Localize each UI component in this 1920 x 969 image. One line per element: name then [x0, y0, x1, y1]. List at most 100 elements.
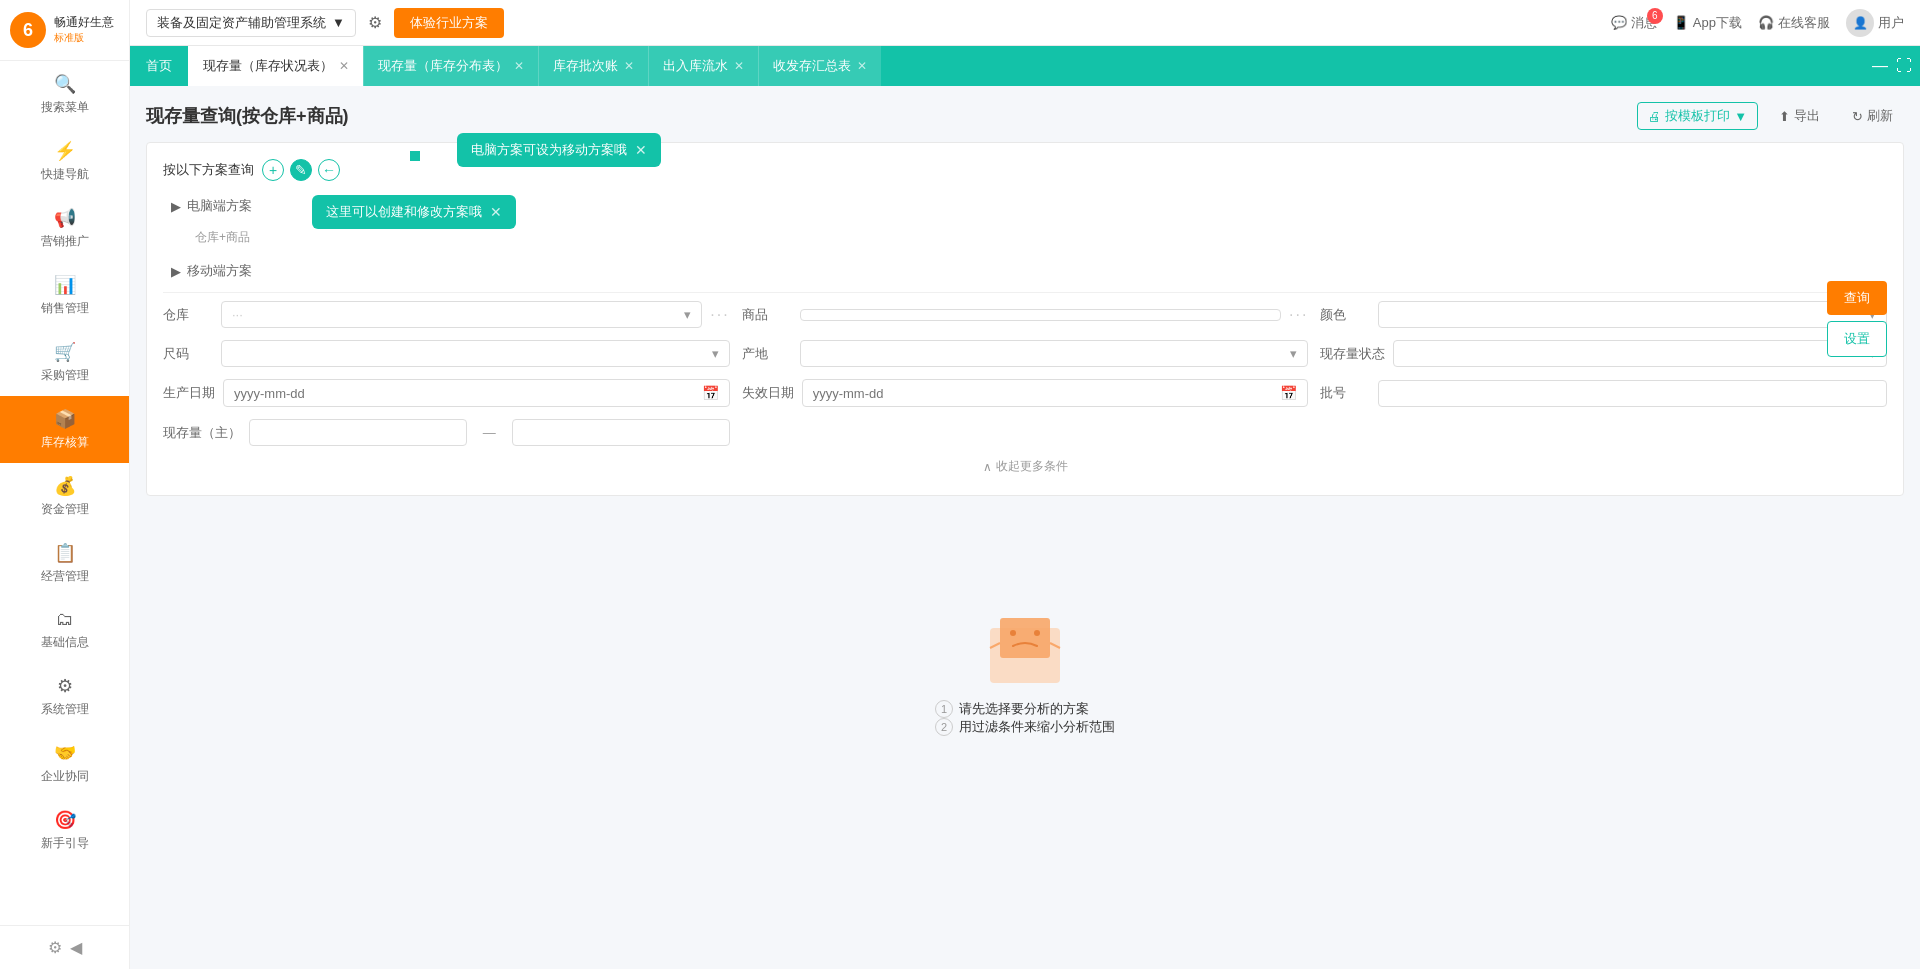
system-name: 装备及固定资产辅助管理系统 — [157, 14, 326, 32]
origin-select[interactable]: ▾ — [800, 340, 1309, 367]
prod-date-input[interactable]: 📅 — [223, 379, 730, 407]
more-options-icon[interactable]: ··· — [710, 306, 729, 324]
sidebar-item-search[interactable]: 🔍 搜索菜单 — [0, 61, 129, 128]
edit-scheme-btn[interactable]: ✎ — [290, 159, 312, 181]
sidebar-item-management[interactable]: 📋 经营管理 — [0, 530, 129, 597]
size-select[interactable]: ▾ — [221, 340, 730, 367]
scheme-arrow2: ▶ — [171, 264, 181, 279]
tooltip-text: 电脑方案可设为移动方案哦 — [471, 141, 627, 159]
tab-close-icon[interactable]: ✕ — [339, 60, 349, 72]
app-download-item[interactable]: 📱 App下载 — [1673, 14, 1742, 32]
sidebar-item-label: 企业协同 — [41, 768, 89, 785]
sidebar-item-sales[interactable]: 📊 销售管理 — [0, 262, 129, 329]
experience-button[interactable]: 体验行业方案 — [394, 8, 504, 38]
empty-state: 1 请先选择要分析的方案 2 用过滤条件来缩小分析范围 — [146, 508, 1904, 816]
print-icon: 🖨 — [1648, 109, 1661, 124]
stock-main-input[interactable] — [249, 419, 467, 446]
online-support-item[interactable]: 🎧 在线客服 — [1758, 14, 1830, 32]
sidebar-item-system[interactable]: ⚙ 系统管理 — [0, 663, 129, 730]
topbar: 装备及固定资产辅助管理系统 ▼ ⚙ 体验行业方案 💬 消息 6 📱 App下载 … — [130, 0, 1920, 46]
more-options-icon2[interactable]: ··· — [1289, 306, 1308, 324]
prod-date-text[interactable] — [234, 386, 696, 401]
sidebar-item-nav[interactable]: ⚡ 快捷导航 — [0, 128, 129, 195]
scheme-arrow: ▶ — [171, 199, 181, 214]
settings-footer-icon[interactable]: ⚙ — [48, 938, 62, 957]
mobile-scheme-item[interactable]: ▶ 移动端方案 — [163, 258, 1887, 284]
step-number-1: 1 — [935, 700, 953, 718]
tabbar: 首页 现存量（库存状况表） ✕ 现存量（库存分布表） ✕ 库存批次账 ✕ 出入库… — [130, 46, 1920, 86]
query-button[interactable]: 查询 — [1827, 281, 1887, 315]
tab-close-icon[interactable]: ✕ — [857, 60, 867, 72]
logo-area: 6 畅通好生意 标准版 — [0, 0, 129, 61]
stock-status-select[interactable]: ▾ — [1393, 340, 1887, 367]
tooltip-text2: 这里可以创建和修改方案哦 — [326, 203, 482, 221]
tab-actions: — ⛶ — [1864, 57, 1920, 75]
search-icon: 🔍 — [54, 73, 76, 95]
sidebar-item-label: 经营管理 — [41, 568, 89, 585]
warehouse-select[interactable]: ··· ▾ — [221, 301, 702, 328]
sidebar-item-marketing[interactable]: 📢 营销推广 — [0, 195, 129, 262]
sidebar-item-inventory[interactable]: 📦 库存核算 — [0, 396, 129, 463]
tab-summary[interactable]: 收发存汇总表 ✕ — [758, 46, 881, 86]
empty-step-1-text: 请先选择要分析的方案 — [959, 700, 1089, 718]
add-scheme-btn[interactable]: + — [262, 159, 284, 181]
sidebar-item-purchase[interactable]: 🛒 采购管理 — [0, 329, 129, 396]
color-field: 颜色 ▾ — [1320, 301, 1887, 328]
user-item[interactable]: 👤 用户 — [1846, 9, 1904, 37]
sidebar-item-guide[interactable]: 🎯 新手引导 — [0, 797, 129, 864]
expire-date-text[interactable] — [813, 386, 1275, 401]
collapse-sidebar-icon[interactable]: ◀ — [70, 938, 82, 957]
maximize-icon[interactable]: ⛶ — [1896, 57, 1912, 75]
calendar-icon2[interactable]: 📅 — [1280, 385, 1297, 401]
minimize-icon[interactable]: — — [1872, 57, 1888, 75]
batch-input[interactable] — [1378, 380, 1887, 407]
tab-close-icon[interactable]: ✕ — [624, 60, 634, 72]
message-icon: 💬 — [1611, 15, 1627, 30]
message-item[interactable]: 💬 消息 6 — [1611, 14, 1657, 32]
tooltip-close-icon2[interactable]: ✕ — [490, 204, 502, 220]
sidebar-item-basic[interactable]: 🗂 基础信息 — [0, 597, 129, 663]
color-select[interactable]: ▾ — [1378, 301, 1887, 328]
export-button[interactable]: ⬆ 导出 — [1768, 102, 1831, 130]
sidebar-footer: ⚙ ◀ — [0, 925, 129, 969]
calendar-icon[interactable]: 📅 — [702, 385, 719, 401]
goods-select[interactable] — [800, 309, 1281, 321]
print-dropdown-icon: ▼ — [1734, 109, 1747, 124]
tab-home[interactable]: 首页 — [130, 46, 188, 86]
empty-step-2: 2 用过滤条件来缩小分析范围 — [935, 718, 1115, 736]
tab-inventory-status[interactable]: 现存量（库存状况表） ✕ — [188, 46, 363, 86]
sidebar-item-finance[interactable]: 💰 资金管理 — [0, 463, 129, 530]
back-btn[interactable]: ← — [318, 159, 340, 181]
empty-step-2-text: 用过滤条件来缩小分析范围 — [959, 718, 1115, 736]
svg-point-3 — [1034, 630, 1040, 636]
collapse-label: 收起更多条件 — [996, 458, 1068, 475]
refresh-label: 刷新 — [1867, 107, 1893, 125]
warehouse-field: 仓库 ··· ▾ ··· — [163, 301, 730, 328]
system-selector[interactable]: 装备及固定资产辅助管理系统 ▼ — [146, 9, 356, 37]
support-icon: 🎧 — [1758, 15, 1774, 30]
tab-flow[interactable]: 出入库流水 ✕ — [648, 46, 758, 86]
sidebar-item-collab[interactable]: 🤝 企业协同 — [0, 730, 129, 797]
collapse-button[interactable]: ∧ 收起更多条件 — [971, 454, 1080, 479]
tab-inventory-dist[interactable]: 现存量（库存分布表） ✕ — [363, 46, 538, 86]
tab-label: 现存量（库存分布表） — [378, 57, 508, 75]
app-download-label: App下载 — [1693, 14, 1742, 32]
connector-dot — [410, 151, 420, 161]
topbar-settings-icon[interactable]: ⚙ — [368, 13, 382, 32]
refresh-button[interactable]: ↻ 刷新 — [1841, 102, 1904, 130]
tab-batch[interactable]: 库存批次账 ✕ — [538, 46, 648, 86]
tab-close-icon[interactable]: ✕ — [514, 60, 524, 72]
tab-label: 库存批次账 — [553, 57, 618, 75]
export-icon: ⬆ — [1779, 109, 1790, 124]
user-label: 用户 — [1878, 14, 1904, 32]
sidebar-item-label: 快捷导航 — [41, 166, 89, 183]
tooltip-close-icon[interactable]: ✕ — [635, 142, 647, 158]
print-button[interactable]: 🖨 按模板打印 ▼ — [1637, 102, 1758, 130]
filter-divider — [163, 292, 1887, 293]
tab-close-icon[interactable]: ✕ — [734, 60, 744, 72]
stock-main-input-end[interactable] — [512, 419, 730, 446]
main-area: 装备及固定资产辅助管理系统 ▼ ⚙ 体验行业方案 💬 消息 6 📱 App下载 … — [130, 0, 1920, 969]
reset-button[interactable]: 设置 — [1827, 321, 1887, 357]
expire-date-input[interactable]: 📅 — [802, 379, 1309, 407]
database-icon: 🗂 — [56, 609, 74, 630]
